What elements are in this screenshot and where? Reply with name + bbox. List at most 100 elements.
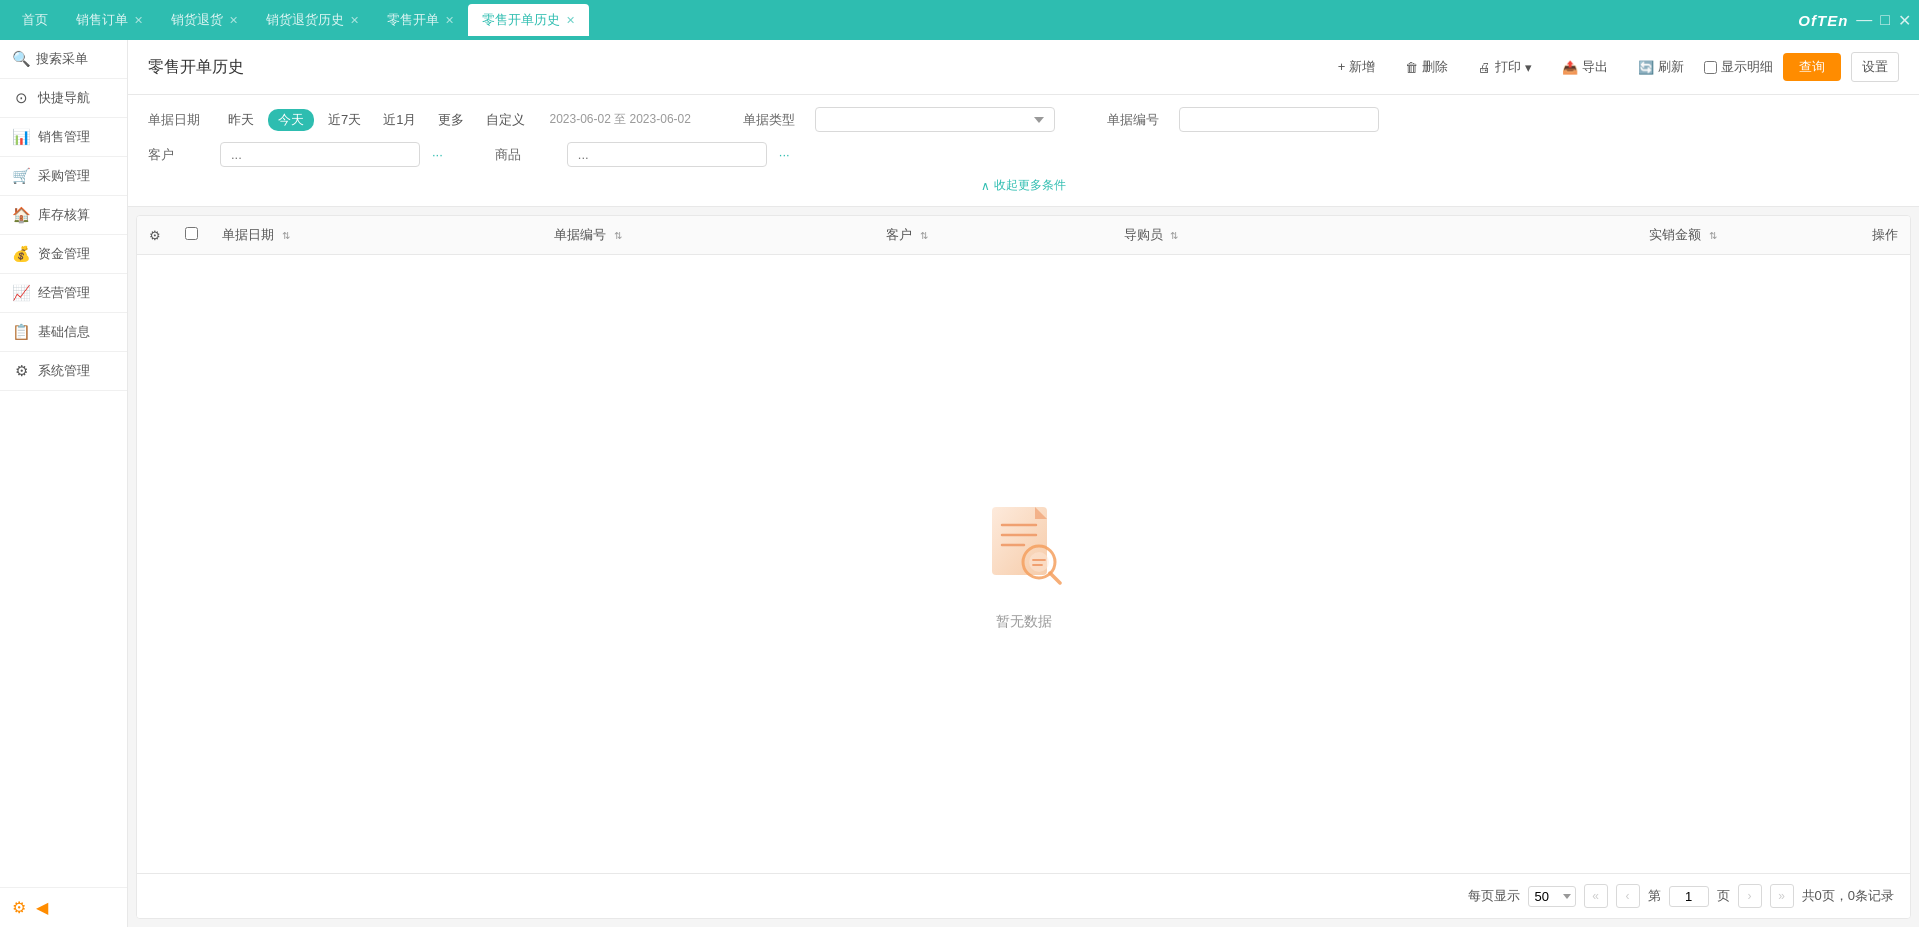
tab-sales-return-history-close[interactable]: ✕ (350, 14, 359, 27)
maximize-btn[interactable]: □ (1880, 11, 1890, 29)
base-info-icon: 📋 (12, 323, 30, 341)
doc-no-filter-label: 单据编号 (1107, 111, 1167, 129)
print-icon: 🖨 (1478, 60, 1491, 75)
tabbar-right: OfTEn — □ ✕ (1798, 11, 1911, 30)
sidebar-item-sales-mgmt-label: 销售管理 (38, 128, 90, 146)
sidebar-item-quick-nav[interactable]: ⊙ 快捷导航 (0, 79, 127, 118)
settings-bottom-btn[interactable]: ⚙ (12, 898, 26, 917)
per-page-select[interactable]: 50 20 100 200 (1528, 886, 1576, 907)
svg-line-7 (1050, 573, 1060, 583)
show-detail-checkbox[interactable] (1704, 61, 1717, 74)
sort-guide-icon: ⇅ (1170, 230, 1178, 241)
sort-customer-icon: ⇅ (920, 230, 928, 241)
sidebar-item-finance-label: 资金管理 (38, 245, 90, 263)
filter-area: 单据日期 昨天 今天 近7天 近1月 更多 自定义 2023-06-02 至 2… (128, 95, 1919, 207)
tab-retail-open[interactable]: 零售开单 ✕ (373, 4, 468, 36)
sidebar-item-purchase-mgmt[interactable]: 🛒 采购管理 (0, 157, 127, 196)
top-tabbar: 首页 销售订单 ✕ 销货退货 ✕ 销货退货历史 ✕ 零售开单 ✕ 零售开单历史 … (0, 0, 1919, 40)
tab-sales-order-close[interactable]: ✕ (134, 14, 143, 27)
tab-retail-history-close[interactable]: ✕ (566, 14, 575, 27)
sidebar-item-finance[interactable]: 💰 资金管理 (0, 235, 127, 274)
doc-type-filter-label: 单据类型 (743, 111, 803, 129)
sidebar-item-operations[interactable]: 📈 经营管理 (0, 274, 127, 313)
tab-sales-order[interactable]: 销售订单 ✕ (62, 4, 157, 36)
empty-icon (974, 497, 1074, 597)
product-input[interactable] (567, 142, 767, 167)
tab-home[interactable]: 首页 (8, 4, 62, 36)
prev-page-btn[interactable]: ‹ (1616, 884, 1640, 908)
date-more[interactable]: 更多 (430, 109, 472, 131)
minimize-btn[interactable]: — (1856, 11, 1872, 29)
date-1month[interactable]: 近1月 (375, 109, 424, 131)
tab-sales-return-history[interactable]: 销货退货历史 ✕ (252, 4, 373, 36)
current-page-input[interactable] (1669, 886, 1709, 907)
filter-row-1: 单据日期 昨天 今天 近7天 近1月 更多 自定义 2023-06-02 至 2… (148, 107, 1899, 132)
doc-type-select[interactable] (815, 107, 1055, 132)
sidebar-item-inventory[interactable]: 🏠 库存核算 (0, 196, 127, 235)
page-word2: 页 (1717, 887, 1730, 905)
product-dots-btn[interactable]: ··· (779, 147, 790, 162)
sidebar-item-base-info[interactable]: 📋 基础信息 (0, 313, 127, 352)
table-header: ⚙ 单据日期 ⇅ 单据编号 ⇅ (137, 216, 1910, 255)
customer-input[interactable] (220, 142, 420, 167)
print-dropdown-icon: ▾ (1525, 60, 1532, 75)
first-page-btn[interactable]: « (1584, 884, 1608, 908)
th-no[interactable]: 单据编号 ⇅ (542, 216, 874, 255)
window-controls: — □ ✕ (1856, 11, 1911, 30)
date-7days[interactable]: 近7天 (320, 109, 369, 131)
close-btn[interactable]: ✕ (1898, 11, 1911, 30)
search-icon: 🔍 (12, 50, 30, 68)
customer-dots-btn[interactable]: ··· (432, 147, 443, 162)
print-button[interactable]: 🖨 打印 ▾ (1468, 53, 1542, 81)
table-settings-icon[interactable]: ⚙ (149, 228, 161, 243)
doc-no-input[interactable] (1179, 107, 1379, 132)
tab-retail-history[interactable]: 零售开单历史 ✕ (468, 4, 589, 36)
th-amount[interactable]: 实销金额 ⇅ (1397, 216, 1729, 255)
tab-sales-return-close[interactable]: ✕ (229, 14, 238, 27)
empty-state: 暂无数据 (137, 255, 1910, 873)
total-text: 共0页，0条记录 (1802, 887, 1894, 905)
select-all-checkbox[interactable] (185, 227, 198, 240)
collapse-filter-btn[interactable]: ∧ 收起更多条件 (148, 177, 1899, 194)
page-header: 零售开单历史 + 新增 🗑 删除 🖨 打印 ▾ 📤 导出 🔄 (128, 40, 1919, 95)
sidebar-item-sales-mgmt[interactable]: 📊 销售管理 (0, 118, 127, 157)
per-page-label: 每页显示 (1468, 887, 1520, 905)
inventory-icon: 🏠 (12, 206, 30, 224)
quick-nav-icon: ⊙ (12, 89, 30, 107)
collapse-icon: ∧ (981, 179, 990, 193)
toolbar: + 新增 🗑 删除 🖨 打印 ▾ 📤 导出 🔄 刷新 (1328, 52, 1899, 82)
date-custom[interactable]: 自定义 (478, 109, 533, 131)
sidebar-item-purchase-mgmt-label: 采购管理 (38, 167, 90, 185)
sort-date-icon: ⇅ (282, 230, 290, 241)
sidebar-item-inventory-label: 库存核算 (38, 206, 90, 224)
purchase-mgmt-icon: 🛒 (12, 167, 30, 185)
query-button[interactable]: 查询 (1783, 53, 1841, 81)
sidebar-search[interactable]: 🔍 搜索采单 (0, 40, 127, 79)
refresh-icon: 🔄 (1638, 60, 1654, 75)
date-filter-label: 单据日期 (148, 111, 208, 129)
last-page-btn[interactable]: » (1770, 884, 1794, 908)
date-yesterday[interactable]: 昨天 (220, 109, 262, 131)
date-today[interactable]: 今天 (268, 109, 314, 131)
next-page-btn[interactable]: › (1738, 884, 1762, 908)
sidebar-item-operations-label: 经营管理 (38, 284, 90, 302)
sidebar-item-quick-nav-label: 快捷导航 (38, 89, 90, 107)
export-button[interactable]: 📤 导出 (1552, 53, 1618, 81)
refresh-button[interactable]: 🔄 刷新 (1628, 53, 1694, 81)
th-customer[interactable]: 客户 ⇅ (874, 216, 1112, 255)
tab-retail-open-close[interactable]: ✕ (445, 14, 454, 27)
sidebar-bottom: ⚙ ◀ (0, 887, 127, 927)
show-detail-toggle[interactable]: 显示明细 (1704, 58, 1773, 76)
sidebar-search-label: 搜索采单 (36, 50, 88, 68)
add-button[interactable]: + 新增 (1328, 53, 1385, 81)
th-actions: 操作 (1729, 216, 1910, 255)
page-title: 零售开单历史 (148, 57, 244, 78)
settings-button[interactable]: 设置 (1851, 52, 1899, 82)
th-guide[interactable]: 导购员 ⇅ (1112, 216, 1397, 255)
th-date[interactable]: 单据日期 ⇅ (210, 216, 542, 255)
collapse-sidebar-btn[interactable]: ◀ (36, 898, 48, 917)
delete-button[interactable]: 🗑 删除 (1395, 53, 1458, 81)
svg-point-6 (1029, 552, 1049, 572)
sidebar-item-system[interactable]: ⚙ 系统管理 (0, 352, 127, 391)
tab-sales-return[interactable]: 销货退货 ✕ (157, 4, 252, 36)
